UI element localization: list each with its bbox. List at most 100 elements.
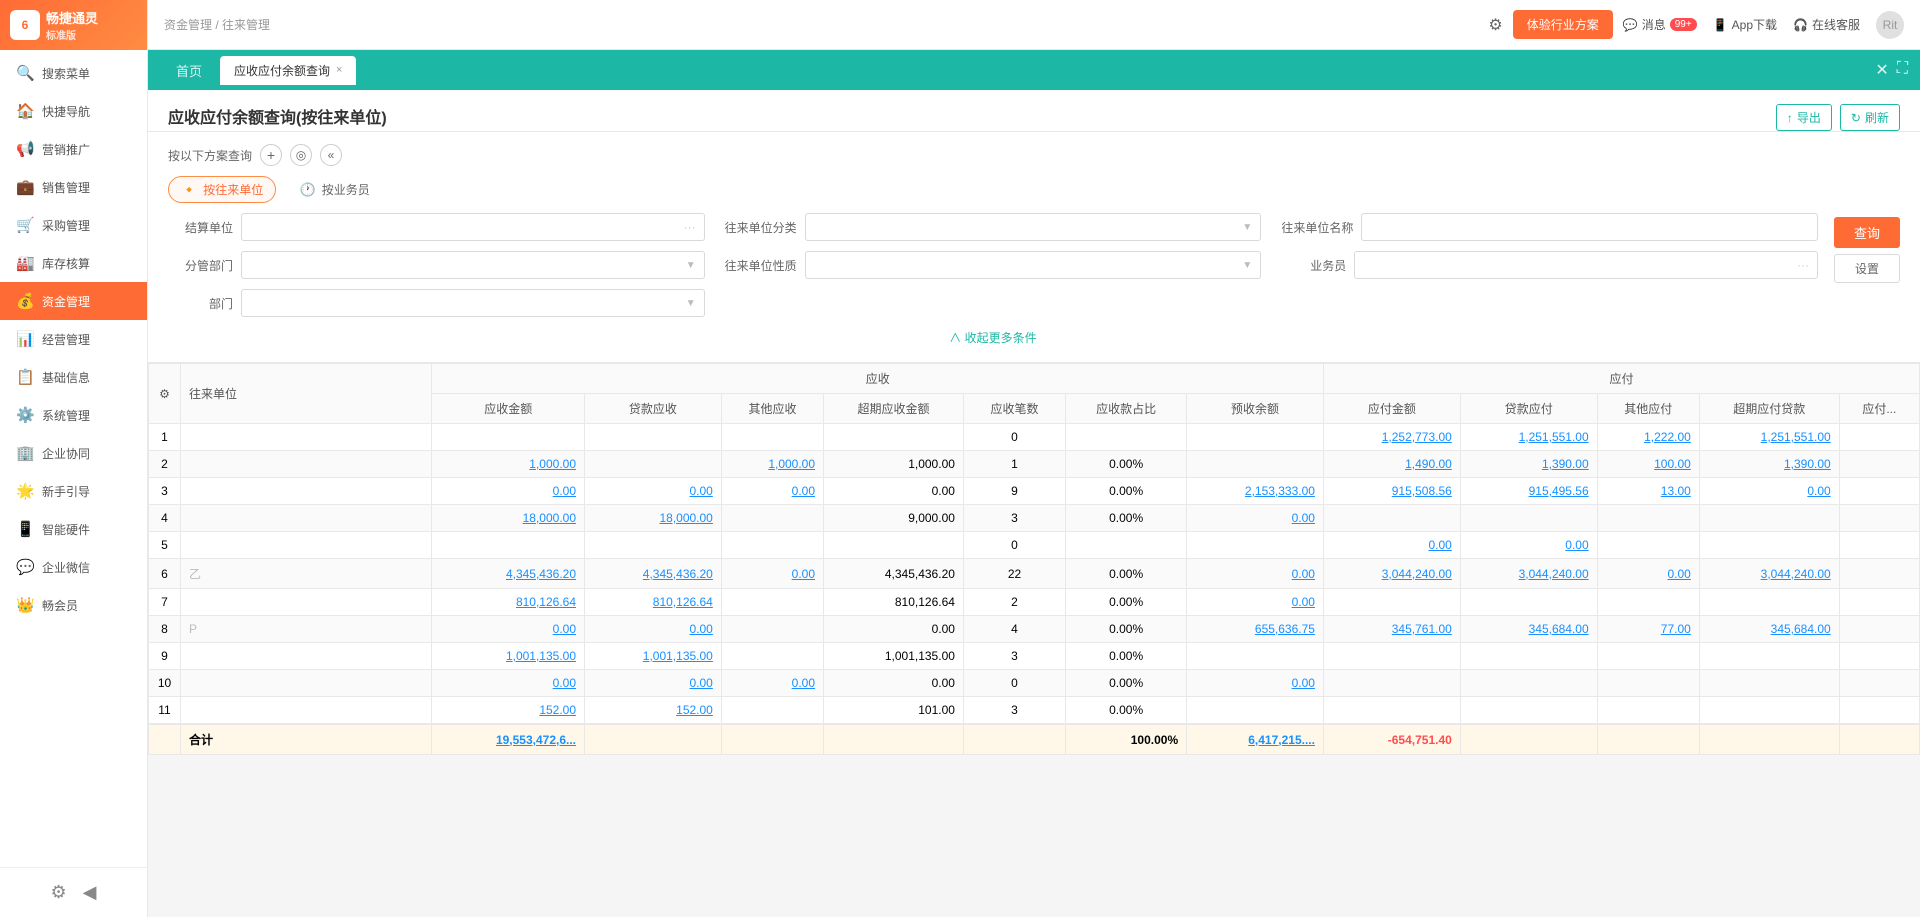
sidebar-item-hardware[interactable]: 📱 智能硬件 — [0, 510, 147, 548]
table-cell[interactable]: 0.00 — [1187, 505, 1324, 532]
table-cell[interactable]: 1,222.00 — [1597, 424, 1699, 451]
footer-prepay[interactable]: 6,417,215.... — [1187, 724, 1324, 755]
tab-close-btn[interactable]: ✕ — [1875, 60, 1888, 80]
table-cell[interactable]: 0.00 — [585, 670, 722, 697]
table-cell[interactable]: 0.00 — [1187, 589, 1324, 616]
table-cell[interactable]: 1,000.00 — [721, 451, 823, 478]
col-settings[interactable]: ⚙ — [149, 364, 181, 424]
scheme-by-staff[interactable]: 🕐 按业务员 — [288, 177, 382, 202]
sidebar-item-system[interactable]: ⚙️ 系统管理 — [0, 396, 147, 434]
table-cell[interactable]: 100.00 — [1597, 451, 1699, 478]
sidebar-settings-btn[interactable]: ⚙ — [47, 878, 71, 907]
filter-expand-btn[interactable]: « — [320, 144, 342, 166]
tab-expand-btn[interactable]: ⛶ — [1897, 60, 1908, 80]
table-cell[interactable]: 0.00 — [1597, 559, 1699, 589]
sidebar-item-basics[interactable]: 📋 基础信息 — [0, 358, 147, 396]
table-cell[interactable]: 3,044,240.00 — [1699, 559, 1839, 589]
settings-button[interactable]: 设置 — [1834, 254, 1900, 283]
table-cell[interactable]: 1,251,551.00 — [1460, 424, 1597, 451]
scheme-by-unit[interactable]: 🔸 按往来单位 — [168, 176, 276, 203]
table-cell[interactable]: 1,000.00 — [432, 451, 585, 478]
app-download-btn[interactable]: 📱 App下载 — [1713, 16, 1777, 33]
table-cell[interactable]: 3,044,240.00 — [1460, 559, 1597, 589]
sidebar-item-capital[interactable]: 💰 资金管理 — [0, 282, 147, 320]
sidebar-item-wechat[interactable]: 💬 企业微信 — [0, 548, 147, 586]
table-cell[interactable]: 1,252,773.00 — [1323, 424, 1460, 451]
unit-category-input[interactable]: ▼ — [805, 213, 1262, 241]
table-cell[interactable]: 1,001,135.00 — [585, 643, 722, 670]
sidebar-item-search[interactable]: 🔍 搜索菜单 — [0, 54, 147, 92]
sidebar-item-purchase[interactable]: 🛒 采购管理 — [0, 206, 147, 244]
filter-scheme-btn[interactable]: ◎ — [290, 144, 312, 166]
refresh-button[interactable]: ↻ 刷新 — [1840, 104, 1900, 131]
dept-manage-input[interactable]: ▼ — [241, 251, 705, 279]
table-cell[interactable]: 77.00 — [1597, 616, 1699, 643]
promo-button[interactable]: 体验行业方案 — [1513, 10, 1613, 39]
table-cell[interactable]: 1,001,135.00 — [432, 643, 585, 670]
sidebar-collapse-btn[interactable]: ◀ — [79, 878, 101, 907]
table-cell[interactable]: 13.00 — [1597, 478, 1699, 505]
table-cell[interactable]: 0.00 — [1460, 532, 1597, 559]
table-cell[interactable]: 0.00 — [585, 478, 722, 505]
table-cell[interactable]: 18,000.00 — [585, 505, 722, 532]
table-cell[interactable]: 18,000.00 — [432, 505, 585, 532]
sidebar-item-sales[interactable]: 💼 销售管理 — [0, 168, 147, 206]
table-cell[interactable]: 1,390.00 — [1699, 451, 1839, 478]
query-button[interactable]: 查询 — [1834, 217, 1900, 248]
table-cell[interactable]: 0.00 — [432, 478, 585, 505]
message-btn[interactable]: 💬 消息 99+ — [1623, 16, 1697, 33]
sidebar-item-inventory[interactable]: 🏭 库存核算 — [0, 244, 147, 282]
sidebar-item-member[interactable]: 👑 畅会员 — [0, 586, 147, 624]
sidebar-item-enterprise[interactable]: 🏢 企业协同 — [0, 434, 147, 472]
table-cell[interactable]: 4,345,436.20 — [585, 559, 722, 589]
table-cell[interactable]: 0.00 — [721, 478, 823, 505]
table-cell[interactable]: 810,126.64 — [432, 589, 585, 616]
unit-name-input[interactable] — [1361, 213, 1818, 241]
table-cell[interactable]: 0.00 — [432, 616, 585, 643]
sidebar-item-operations[interactable]: 📊 经营管理 — [0, 320, 147, 358]
topbar-gear-icon[interactable]: ⚙ — [1488, 15, 1502, 35]
tab-close-icon[interactable]: × — [336, 64, 342, 76]
table-cell[interactable]: 152.00 — [585, 697, 722, 725]
table-cell[interactable]: 0.00 — [1187, 559, 1324, 589]
table-cell[interactable]: 915,508.56 — [1323, 478, 1460, 505]
table-cell[interactable]: 345,684.00 — [1699, 616, 1839, 643]
service-btn[interactable]: 🎧 在线客服 — [1793, 16, 1860, 33]
salesman-input[interactable]: ··· — [1354, 251, 1818, 279]
table-cell[interactable]: 2,153,333.00 — [1187, 478, 1324, 505]
table-cell[interactable]: 0.00 — [432, 670, 585, 697]
table-cell[interactable]: 1,251,551.00 — [1699, 424, 1839, 451]
table-cell[interactable]: 655,636.75 — [1187, 616, 1324, 643]
tab-ar-ap[interactable]: 应收应付余额查询 × — [220, 56, 356, 85]
tabbar-actions: ✕ ⛶ — [1875, 60, 1908, 80]
sidebar-item-guide[interactable]: 🌟 新手引导 — [0, 472, 147, 510]
sidebar-item-quick-nav[interactable]: 🏠 快捷导航 — [0, 92, 147, 130]
table-cell[interactable]: 0.00 — [1699, 478, 1839, 505]
table-cell[interactable]: 0.00 — [585, 616, 722, 643]
table-cell[interactable]: 345,684.00 — [1460, 616, 1597, 643]
table-cell: 0.00% — [1066, 616, 1187, 643]
unit-nature-input[interactable]: ▼ — [805, 251, 1262, 279]
table-cell[interactable]: 345,761.00 — [1323, 616, 1460, 643]
filter-add-btn[interactable]: + — [260, 144, 282, 166]
table-cell[interactable]: 152.00 — [432, 697, 585, 725]
collapse-btn[interactable]: ∧ 收起更多条件 — [168, 325, 1818, 350]
table-cell[interactable]: 915,495.56 — [1460, 478, 1597, 505]
table-cell[interactable]: 3,044,240.00 — [1323, 559, 1460, 589]
table-cell[interactable]: 1,390.00 — [1460, 451, 1597, 478]
sidebar-item-marketing[interactable]: 📢 营销推广 — [0, 130, 147, 168]
table-cell[interactable]: 0.00 — [721, 670, 823, 697]
col-ap-more: 应付... — [1839, 394, 1919, 424]
dept-input[interactable]: ▼ — [241, 289, 705, 317]
table-cell[interactable]: 1,490.00 — [1323, 451, 1460, 478]
table-cell[interactable]: 0.00 — [1187, 670, 1324, 697]
user-avatar[interactable]: Rit — [1876, 11, 1904, 39]
footer-ar-total[interactable]: 19,553,472,6... — [432, 724, 585, 755]
tab-home[interactable]: 首页 — [160, 55, 218, 86]
settlement-input[interactable]: ··· — [241, 213, 705, 241]
export-button[interactable]: ↑ 导出 — [1776, 104, 1832, 131]
table-cell[interactable]: 0.00 — [1323, 532, 1460, 559]
table-cell[interactable]: 0.00 — [721, 559, 823, 589]
table-cell[interactable]: 810,126.64 — [585, 589, 722, 616]
table-cell[interactable]: 4,345,436.20 — [432, 559, 585, 589]
